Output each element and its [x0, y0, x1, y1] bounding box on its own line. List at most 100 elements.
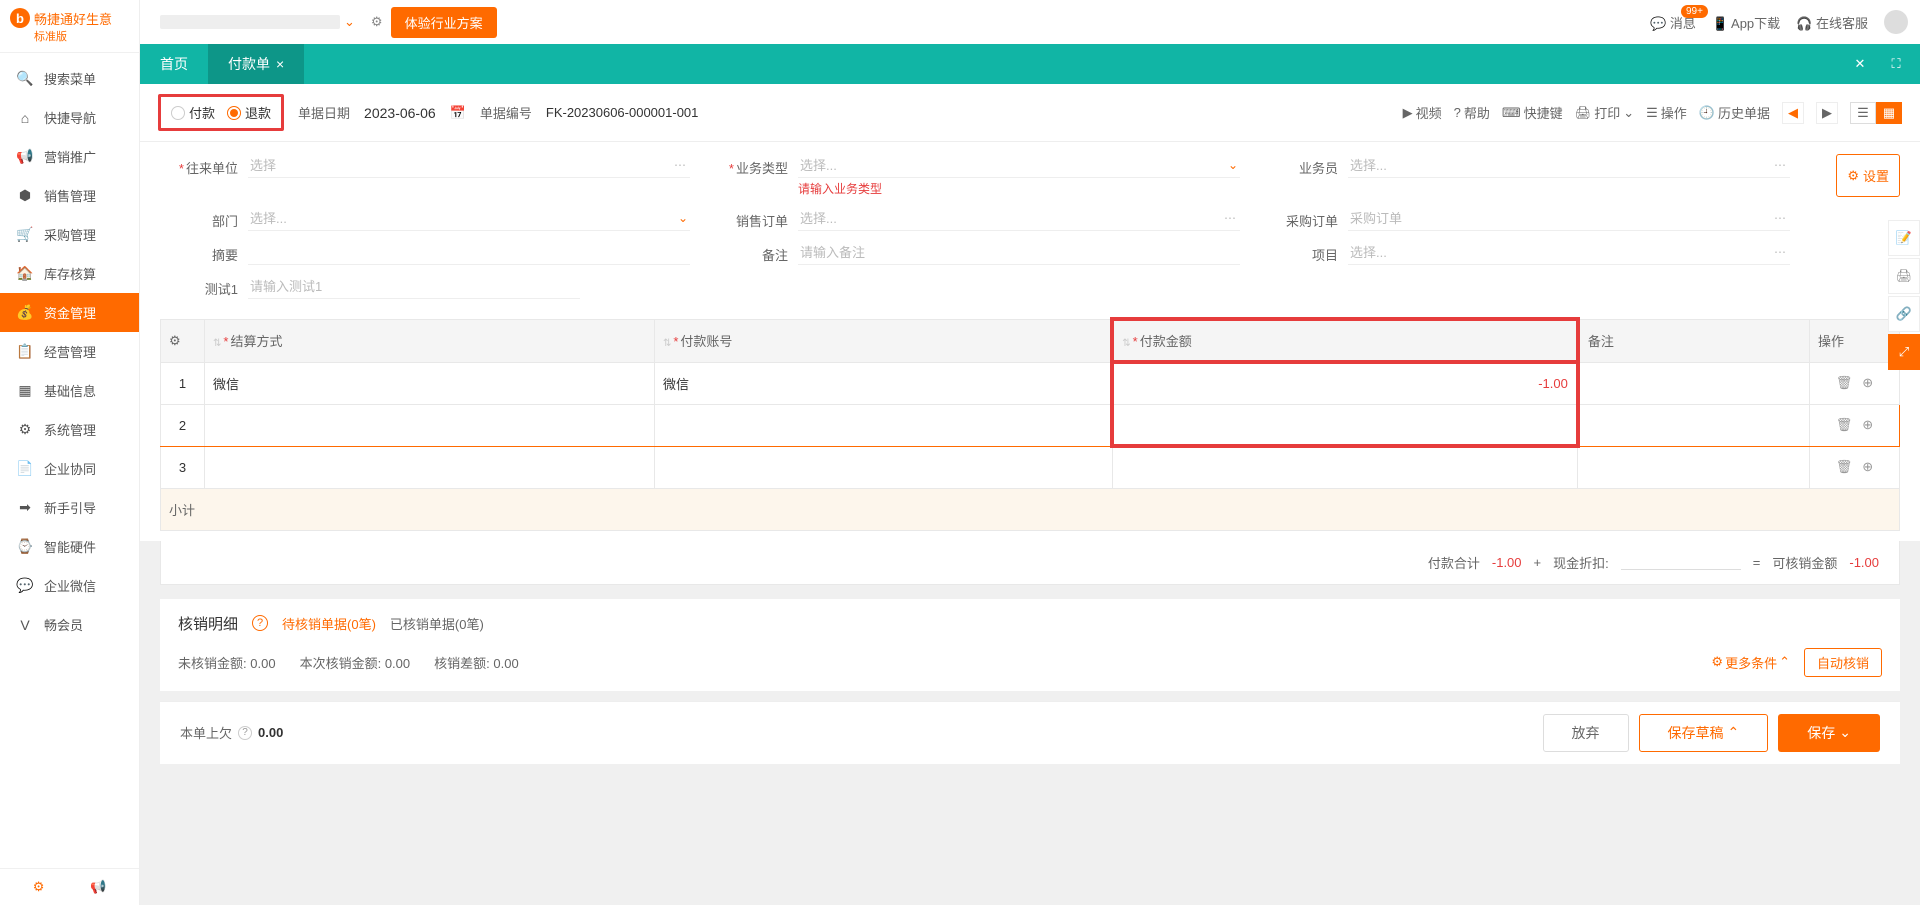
sidebar-item-1[interactable]: ⌂快捷导航 — [0, 98, 139, 137]
dock-expand-icon[interactable]: ⤢ — [1888, 334, 1920, 370]
prev-bill-icon[interactable]: ◀ — [1782, 102, 1804, 124]
radio-pay[interactable]: 付款 — [171, 103, 215, 122]
save-button[interactable]: 保存 ⌄ — [1778, 714, 1880, 752]
delete-icon[interactable]: 🗑 — [1836, 417, 1853, 433]
help-link[interactable]: ? 帮助 — [1454, 103, 1490, 122]
delete-icon[interactable]: 🗑 — [1836, 459, 1853, 475]
shortcut-link[interactable]: ⌨ 快捷键 — [1502, 103, 1563, 122]
dots-icon[interactable]: ⋯ — [1774, 245, 1788, 259]
sidebar-item-9[interactable]: ⚙系统管理 — [0, 410, 139, 449]
sidebar-item-7[interactable]: 📋经营管理 — [0, 332, 139, 371]
avail-value: -1.00 — [1849, 555, 1879, 570]
chevron-down-icon[interactable]: ⌄ — [1228, 158, 1238, 172]
video-link[interactable]: ▶ 视频 — [1403, 103, 1442, 122]
help-icon[interactable]: ? — [238, 726, 252, 740]
add-icon[interactable]: ⊕ — [1862, 375, 1873, 391]
gear-icon[interactable]: ⚙ — [33, 879, 45, 895]
tab-0[interactable]: 首页 — [140, 44, 208, 84]
sale-input[interactable] — [798, 207, 1240, 231]
msg-badge: 99+ — [1681, 5, 1708, 18]
sidebar-item-13[interactable]: 💬企业微信 — [0, 566, 139, 605]
auto-writeoff-button[interactable]: 自动核销 — [1804, 648, 1882, 677]
sidebar-item-5[interactable]: 🏠库存核算 — [0, 254, 139, 293]
partner-input[interactable] — [248, 154, 690, 178]
sidebar-item-6[interactable]: 💰资金管理 — [0, 293, 139, 332]
radio-refund[interactable]: 退款 — [227, 103, 271, 122]
discard-button[interactable]: 放弃 — [1543, 714, 1629, 752]
chevron-down-icon[interactable]: ⌄ — [678, 211, 688, 225]
dots-icon[interactable]: ⋯ — [1774, 158, 1788, 172]
date-value[interactable]: 2023-06-06 — [364, 105, 436, 121]
sidebar-item-14[interactable]: V畅会员 — [0, 605, 139, 644]
dock-note-icon[interactable]: 📝 — [1888, 220, 1920, 256]
th-account[interactable]: ⇅*付款账号 — [654, 319, 1112, 362]
test-input[interactable] — [248, 275, 580, 299]
th-amount[interactable]: ⇅*付款金额 — [1112, 319, 1578, 362]
menu-icon: ➡ — [16, 499, 34, 517]
delete-icon[interactable]: 🗑 — [1836, 375, 1853, 391]
sidebar-item-10[interactable]: 📄企业协同 — [0, 449, 139, 488]
table-row[interactable]: 3 🗑⊕ — [161, 446, 1900, 488]
main: ⌄ ⚙ 体验行业方案 💬 消息 99+ 📱 App下载 🎧 在线客服 首页付款单… — [140, 0, 1920, 905]
th-gear[interactable]: ⚙ — [161, 319, 205, 362]
sidebar-item-8[interactable]: ▦基础信息 — [0, 371, 139, 410]
tab-1[interactable]: 付款单× — [208, 44, 304, 84]
sidebar-item-2[interactable]: 📢营销推广 — [0, 137, 139, 176]
biztype-input[interactable] — [798, 154, 1240, 178]
writeoff-pending-tab[interactable]: 待核销单据(0笔) — [282, 614, 376, 633]
view-card-icon[interactable]: ▦ — [1876, 102, 1902, 124]
clerk-input[interactable] — [1348, 154, 1790, 178]
tab-close-icon[interactable]: × — [276, 56, 284, 72]
sidebar-item-4[interactable]: 🛒采购管理 — [0, 215, 139, 254]
menu-icon: ▦ — [16, 382, 34, 400]
more-conditions-link[interactable]: ⚙ 更多条件 ⌃ — [1711, 653, 1790, 672]
add-icon[interactable]: ⊕ — [1862, 417, 1873, 433]
sidebar-item-11[interactable]: ➡新手引导 — [0, 488, 139, 527]
purchase-input[interactable] — [1348, 207, 1790, 231]
view-list-icon[interactable]: ☰ — [1850, 102, 1876, 124]
sidebar-item-3[interactable]: ⬢销售管理 — [0, 176, 139, 215]
sound-icon[interactable]: 📢 — [90, 879, 106, 895]
discount-label: 现金折扣: — [1553, 553, 1609, 572]
settings-icon[interactable]: ⚙ — [371, 14, 383, 30]
trial-button[interactable]: 体验行业方案 — [391, 7, 497, 38]
help-icon[interactable]: ? — [252, 615, 268, 631]
table-row[interactable]: 2 🗑⊕ — [161, 404, 1900, 446]
sale-label: 销售订单 — [736, 214, 788, 229]
summary-input[interactable] — [248, 241, 690, 265]
owed-label: 本单上欠 — [180, 723, 232, 742]
print-link[interactable]: 🖨 打印 ⌄ — [1575, 103, 1634, 122]
dept-input[interactable] — [248, 207, 690, 231]
dots-icon[interactable]: ⋯ — [674, 158, 688, 172]
fullscreen-icon[interactable]: ⛶ — [1882, 50, 1910, 78]
project-input[interactable] — [1348, 241, 1790, 265]
company-select[interactable]: ⌄ — [152, 10, 363, 34]
dots-icon[interactable]: ⋯ — [1774, 211, 1788, 225]
table-row[interactable]: 1 微信 微信 -1.00 🗑⊕ — [161, 362, 1900, 404]
messages-link[interactable]: 💬 消息 99+ — [1650, 13, 1696, 32]
save-draft-button[interactable]: 保存草稿 ⌃ — [1639, 714, 1769, 752]
sidebar-item-12[interactable]: ⌚智能硬件 — [0, 527, 139, 566]
dots-icon[interactable]: ⋯ — [1224, 211, 1238, 225]
purchase-label: 采购订单 — [1286, 214, 1338, 229]
avatar[interactable] — [1884, 10, 1908, 34]
settings-button[interactable]: ⚙ 设置 — [1836, 154, 1900, 197]
menu-icon: ⬢ — [16, 187, 34, 205]
tab-close-all-icon[interactable]: ✕ — [1846, 50, 1874, 78]
sidebar: b 畅捷通好生意 标准版 🔍搜索菜单⌂快捷导航📢营销推广⬢销售管理🛒采购管理🏠库… — [0, 0, 140, 905]
remark-input[interactable] — [798, 241, 1240, 265]
th-remark[interactable]: 备注 — [1578, 319, 1810, 362]
operate-link[interactable]: ☰ 操作 — [1646, 103, 1687, 122]
service-link[interactable]: 🎧 在线客服 — [1796, 13, 1868, 32]
sidebar-item-0[interactable]: 🔍搜索菜单 — [0, 59, 139, 98]
discount-input[interactable] — [1621, 554, 1741, 570]
next-bill-icon[interactable]: ▶ — [1816, 102, 1838, 124]
calendar-icon[interactable]: 📅 — [450, 105, 466, 121]
history-link[interactable]: 🕘 历史单据 — [1699, 103, 1770, 122]
app-download-link[interactable]: 📱 App下载 — [1712, 13, 1780, 32]
th-method[interactable]: ⇅*结算方式 — [205, 319, 655, 362]
writeoff-done-tab[interactable]: 已核销单据(0笔) — [390, 614, 484, 633]
add-icon[interactable]: ⊕ — [1862, 459, 1873, 475]
dock-link-icon[interactable]: 🔗 — [1888, 296, 1920, 332]
dock-print-icon[interactable]: 🖨 — [1888, 258, 1920, 294]
